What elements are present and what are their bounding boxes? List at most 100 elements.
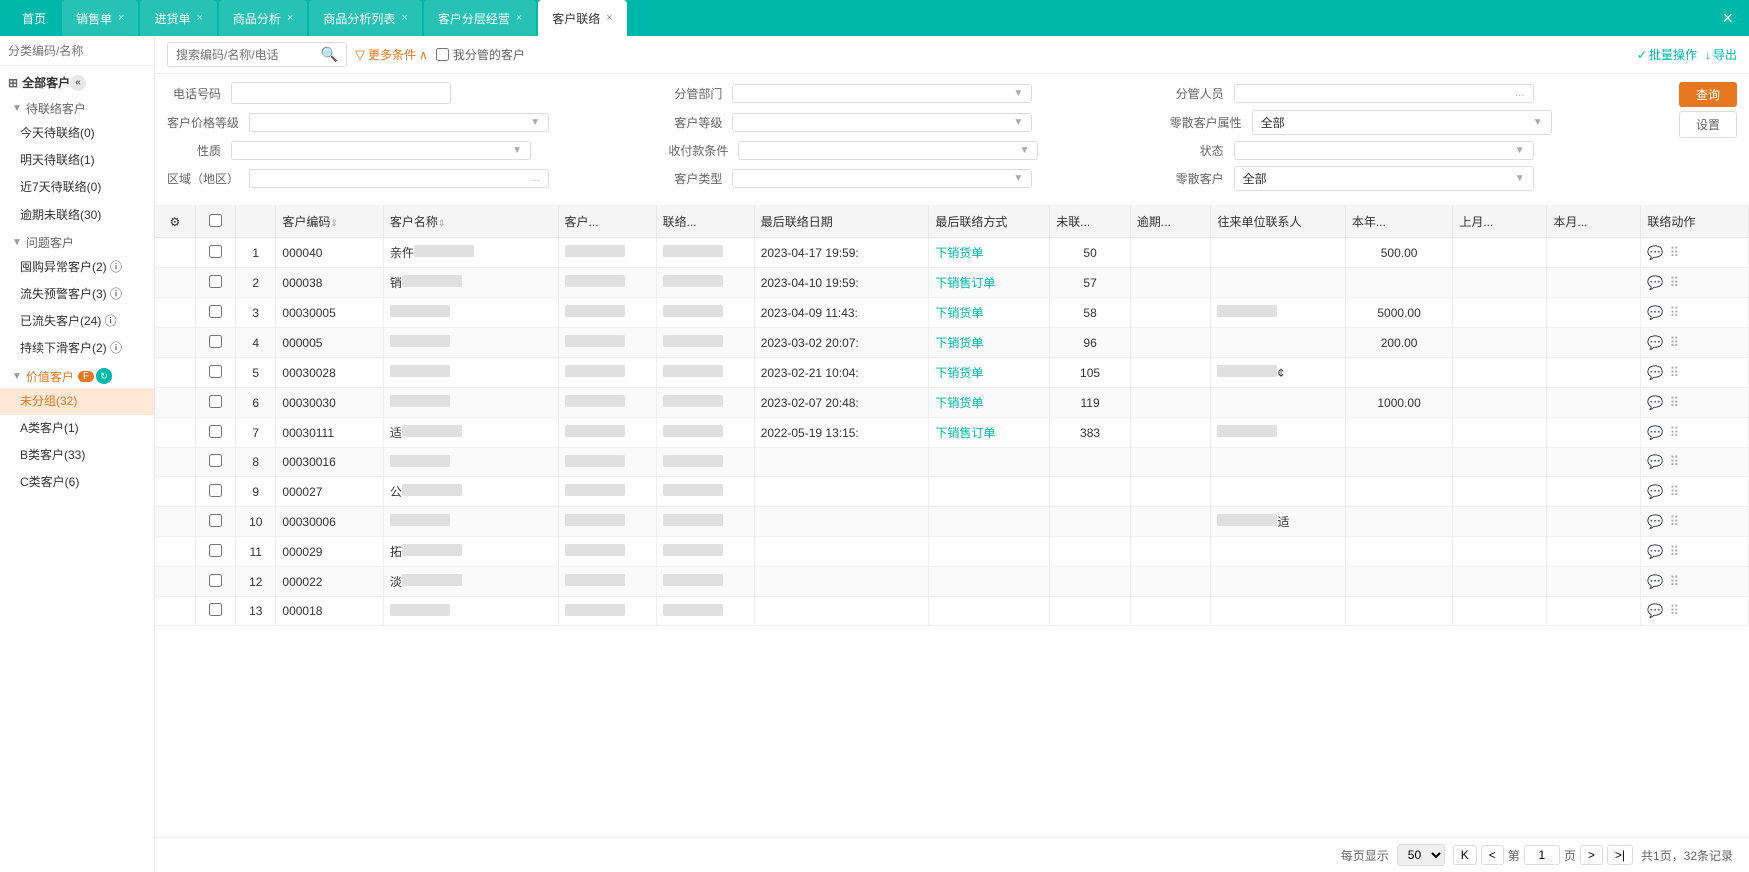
phone-action-icon[interactable]: 💬 (1647, 574, 1663, 590)
query-button[interactable]: 查询 (1679, 82, 1737, 107)
sidebar-item-declining[interactable]: 持续下滑客户(2) ⓘ (0, 335, 154, 362)
row-checkbox[interactable] (209, 454, 222, 467)
my-customers-check[interactable] (436, 48, 449, 61)
row-checkbox[interactable] (209, 425, 222, 438)
sidebar-item-week-pending[interactable]: 近7天待联络(0) (0, 174, 154, 201)
dept-select[interactable]: ▼ (732, 84, 1032, 103)
person-select[interactable]: … (1234, 84, 1534, 103)
status-select[interactable]: ▼ (1234, 141, 1534, 160)
sidebar-search-input[interactable] (8, 44, 155, 58)
more-action-icon[interactable]: ⠿ (1670, 275, 1680, 291)
sidebar-group-pending[interactable]: ▼ 待联络客户 (0, 95, 154, 120)
row-checkbox[interactable] (209, 275, 222, 288)
first-page-btn[interactable]: K (1453, 845, 1477, 865)
tab-customer-contact[interactable]: 客户联络 × (538, 0, 626, 36)
more-action-icon[interactable]: ⠿ (1670, 454, 1680, 470)
phone-action-icon[interactable]: 💬 (1647, 484, 1663, 500)
more-action-icon[interactable]: ⠿ (1670, 305, 1680, 321)
row-checkbox[interactable] (209, 365, 222, 378)
sidebar-group-value[interactable]: ▼ 价值客户 F ↻ (0, 363, 154, 388)
price-tier-select[interactable]: ▼ (249, 113, 549, 132)
close-purchase-tab[interactable]: × (196, 12, 202, 24)
sidebar-item-ungrouped[interactable]: 未分组(32) (0, 388, 154, 415)
batch-operations-btn[interactable]: ✓ 批量操作 (1637, 46, 1697, 63)
retail-select[interactable]: 全部▼ (1234, 166, 1534, 191)
sidebar-item-churn-warning[interactable]: 流失预警客户(3) ⓘ (0, 281, 154, 308)
sidebar-item-type-a[interactable]: A类客户(1) (0, 415, 154, 442)
sidebar-collapse-btn[interactable]: « (70, 75, 86, 91)
sidebar-item-today-pending[interactable]: 今天待联络(0) (0, 120, 154, 147)
row-checkbox[interactable] (209, 305, 222, 318)
more-action-icon[interactable]: ⠿ (1670, 425, 1680, 441)
row-checkbox[interactable] (209, 395, 222, 408)
select-all-checkbox[interactable] (209, 214, 222, 227)
more-action-icon[interactable]: ⠿ (1670, 603, 1680, 619)
tab-customer-tier[interactable]: 客户分层经营 × (424, 0, 536, 36)
close-sales-tab[interactable]: × (118, 12, 124, 24)
phone-action-icon[interactable]: 💬 (1647, 454, 1663, 470)
customer-search-input[interactable] (176, 48, 321, 62)
refresh-icon[interactable]: ↻ (96, 368, 112, 384)
page-size-select[interactable]: 50 (1397, 844, 1445, 866)
more-action-icon[interactable]: ⠿ (1670, 245, 1680, 261)
tab-purchase[interactable]: 进货单 × (140, 0, 216, 36)
sidebar-item-hoarding[interactable]: 囤购异常客户(2) ⓘ (0, 254, 154, 281)
row-checkbox[interactable] (209, 335, 222, 348)
close-customer-contact-tab[interactable]: × (606, 12, 612, 24)
next-page-btn[interactable]: > (1580, 845, 1603, 865)
row-checkbox[interactable] (209, 544, 222, 557)
sidebar-group-problem[interactable]: ▼ 问题客户 (0, 229, 154, 254)
more-action-icon[interactable]: ⠿ (1670, 365, 1680, 381)
phone-action-icon[interactable]: 💬 (1647, 245, 1663, 261)
page-input[interactable] (1524, 845, 1560, 865)
row-checkbox[interactable] (209, 514, 222, 527)
th-gear[interactable]: ⚙ (155, 206, 195, 238)
phone-action-icon[interactable]: 💬 (1647, 514, 1663, 530)
row-checkbox[interactable] (209, 245, 222, 258)
last-page-btn[interactable]: >| (1607, 845, 1633, 865)
tab-home[interactable]: 首页 (8, 0, 60, 36)
more-action-icon[interactable]: ⠿ (1670, 395, 1680, 411)
phone-action-icon[interactable]: 💬 (1647, 305, 1663, 321)
close-product-analysis-list-tab[interactable]: × (401, 12, 407, 24)
sort-name[interactable]: ⇕ (438, 218, 446, 228)
prev-page-btn[interactable]: < (1481, 845, 1504, 865)
customer-search-icon[interactable]: 🔍 (321, 46, 338, 63)
more-action-icon[interactable]: ⠿ (1670, 544, 1680, 560)
row-checkbox[interactable] (209, 603, 222, 616)
phone-action-icon[interactable]: 💬 (1647, 544, 1663, 560)
phone-input[interactable] (231, 82, 451, 104)
sidebar-item-type-c[interactable]: C类客户(6) (0, 469, 154, 496)
region-select[interactable]: … (249, 169, 549, 188)
tab-product-analysis[interactable]: 商品分析 × (219, 0, 307, 36)
sidebar-item-tomorrow-pending[interactable]: 明天待联络(1) (0, 147, 154, 174)
sidebar-item-churned[interactable]: 已流失客户(24) ⓘ (0, 308, 154, 335)
nature-select[interactable]: ▼ (231, 141, 531, 160)
customer-tier-select[interactable]: ▼ (732, 113, 1032, 132)
more-action-icon[interactable]: ⠿ (1670, 514, 1680, 530)
phone-action-icon[interactable]: 💬 (1647, 365, 1663, 381)
phone-action-icon[interactable]: 💬 (1647, 395, 1663, 411)
payment-select[interactable]: ▼ (738, 141, 1038, 160)
phone-action-icon[interactable]: 💬 (1647, 603, 1663, 619)
customer-type-select[interactable]: ▼ (732, 169, 1032, 188)
close-all-tabs[interactable]: × (1714, 8, 1741, 29)
tab-product-analysis-list[interactable]: 商品分析列表 × (309, 0, 421, 36)
more-action-icon[interactable]: ⠿ (1670, 484, 1680, 500)
phone-action-icon[interactable]: 💬 (1647, 425, 1663, 441)
my-customers-checkbox[interactable]: 我分管的客户 (436, 46, 525, 63)
row-checkbox[interactable] (209, 574, 222, 587)
export-btn[interactable]: ↓ 导出 (1705, 46, 1737, 63)
close-product-analysis-tab[interactable]: × (287, 12, 293, 24)
phone-action-icon[interactable]: 💬 (1647, 275, 1663, 291)
all-customers-header[interactable]: ⊞ 全部客户 « (0, 66, 154, 95)
phone-action-icon[interactable]: 💬 (1647, 335, 1663, 351)
more-action-icon[interactable]: ⠿ (1670, 335, 1680, 351)
sidebar-item-type-b[interactable]: B类客户(33) (0, 442, 154, 469)
tab-sales[interactable]: 销售单 × (62, 0, 138, 36)
row-checkbox[interactable] (209, 484, 222, 497)
sidebar-item-overdue-pending[interactable]: 逾期未联络(30) (0, 202, 154, 229)
more-conditions-btn[interactable]: ▽ 更多条件 ∧ (355, 46, 428, 63)
reset-button[interactable]: 设置 (1679, 111, 1737, 138)
sort-code[interactable]: ⇕ (330, 218, 338, 228)
